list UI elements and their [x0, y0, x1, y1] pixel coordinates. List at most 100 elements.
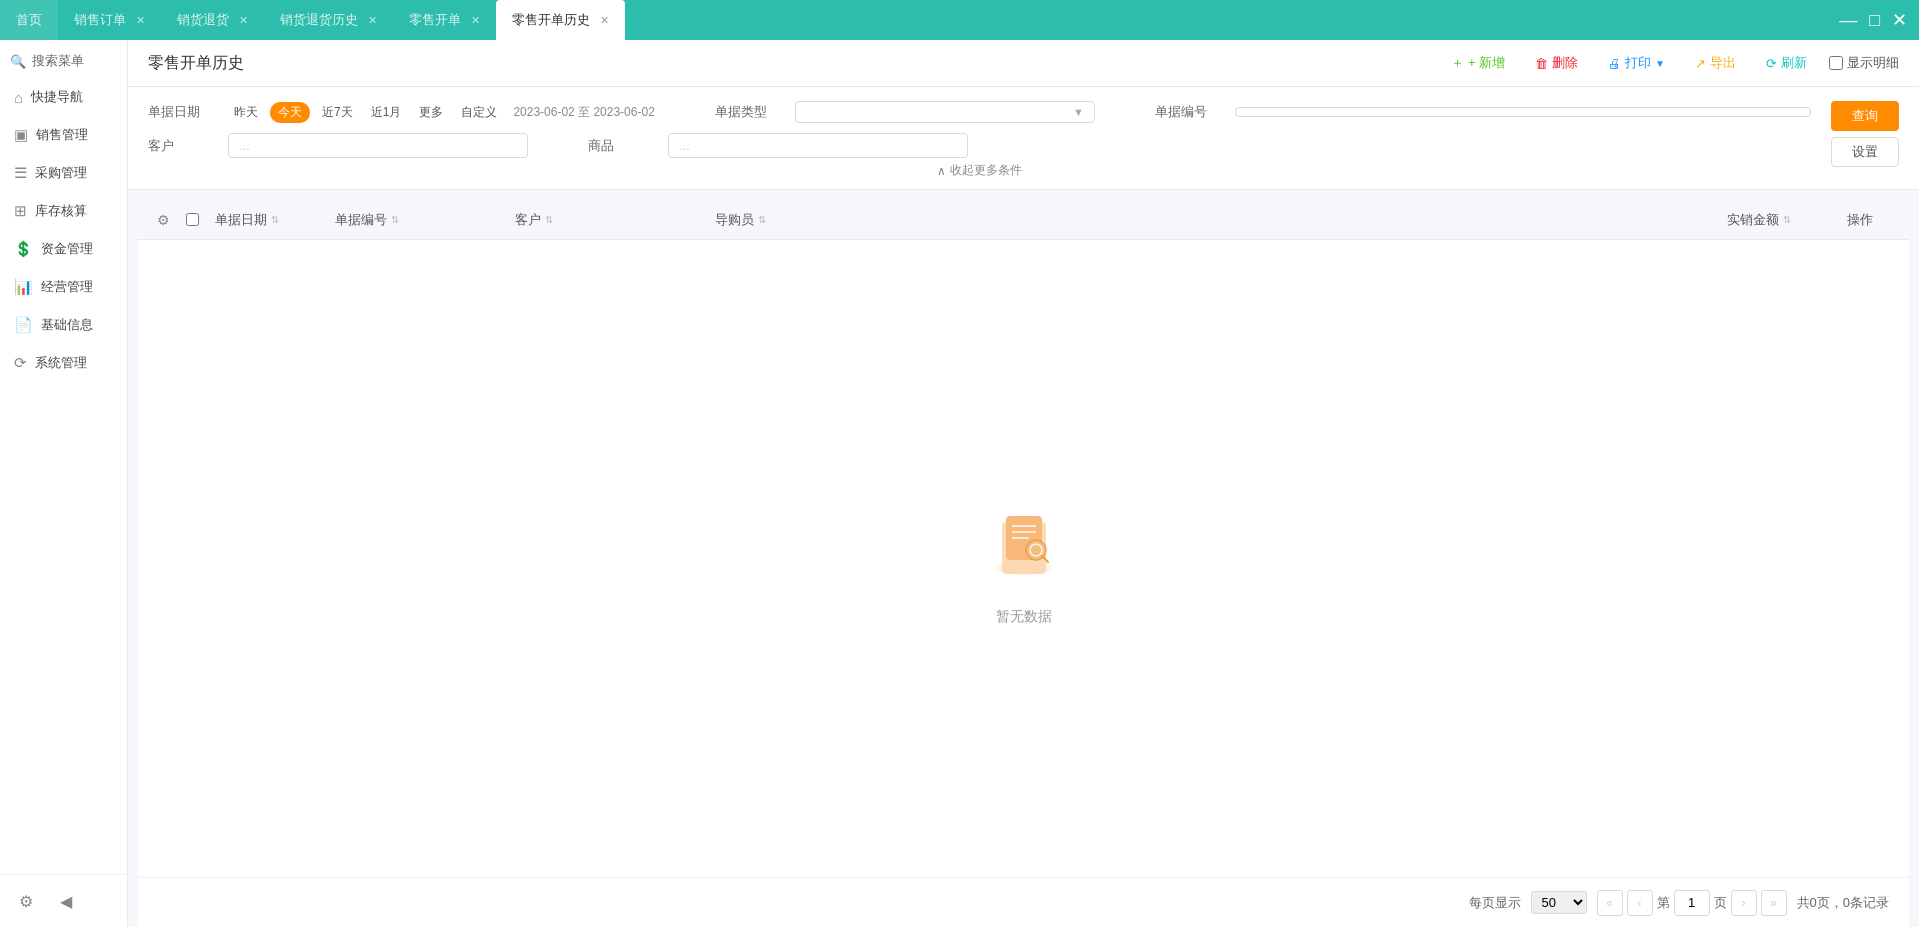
refresh-button[interactable]: ⟳ 刷新: [1758, 50, 1815, 76]
date-opt-custom[interactable]: 自定义: [455, 102, 503, 123]
export-button[interactable]: ↗ 导出: [1687, 50, 1744, 76]
sidebar-item-finance[interactable]: 💲 资金管理: [0, 230, 127, 268]
th-amount[interactable]: 实销金额 ⇅: [1719, 211, 1839, 229]
search-icon: 🔍: [10, 54, 26, 69]
sidebar-item-inventory[interactable]: ⊞ 库存核算: [0, 192, 127, 230]
tab-retail-open-history[interactable]: 零售开单历史 ✕: [496, 0, 625, 40]
page-total: 共0页，0条记录: [1797, 894, 1889, 912]
sidebar-item-system[interactable]: ⟳ 系统管理: [0, 344, 127, 382]
pagination-bar: 每页显示 50 10 20 100 « ‹ 第 页 › » 共0页，0条记录: [138, 877, 1909, 927]
sidebar-settings-btn[interactable]: ⚙: [10, 885, 42, 917]
th-action: 操作: [1839, 211, 1899, 229]
tab-sales-order[interactable]: 销售订单 ✕: [58, 0, 161, 40]
tab-retail-open[interactable]: 零售开单 ✕: [393, 0, 496, 40]
table-settings-btn[interactable]: ⚙: [148, 205, 178, 235]
query-buttons: 查询 设置: [1831, 101, 1899, 167]
delete-button[interactable]: 🗑 删除: [1527, 50, 1586, 76]
close-tab-sales-return[interactable]: ✕: [239, 14, 248, 27]
customer-input[interactable]: ...: [228, 133, 528, 158]
basic-icon: 📄: [14, 316, 33, 334]
select-all-checkbox[interactable]: [186, 213, 199, 226]
sidebar-item-sales[interactable]: ▣ 销售管理: [0, 116, 127, 154]
system-icon: ⟳: [14, 354, 27, 372]
toolbar-actions: ＋ + 新增 🗑 删除 🖨 打印 ▼ ↗ 导出 ⟳: [1443, 50, 1899, 76]
minimize-btn[interactable]: —: [1839, 10, 1857, 31]
setting-button[interactable]: 设置: [1831, 137, 1899, 167]
refresh-icon: ⟳: [1766, 56, 1777, 71]
customer-label: 客户: [148, 137, 208, 155]
tab-home[interactable]: 首页: [0, 0, 58, 40]
sort-guide-icon: ⇅: [758, 214, 766, 225]
query-button[interactable]: 查询: [1831, 101, 1899, 131]
empty-illustration: [974, 492, 1074, 592]
filter-row-2: 客户 ... 商品 ...: [148, 133, 1811, 158]
tab-sales-return-history[interactable]: 销货退货历史 ✕: [264, 0, 393, 40]
sidebar-search[interactable]: 🔍 搜索菜单: [0, 40, 127, 78]
th-num[interactable]: 单据编号 ⇅: [327, 211, 507, 229]
tab-sales-return[interactable]: 销货退货 ✕: [161, 0, 264, 40]
show-detail-checkbox[interactable]: [1829, 56, 1843, 70]
finance-icon: 💲: [14, 240, 33, 258]
maximize-btn[interactable]: □: [1869, 10, 1880, 31]
goods-label: 商品: [588, 137, 648, 155]
close-tab-sales-order[interactable]: ✕: [136, 14, 145, 27]
date-label: 单据日期: [148, 103, 208, 121]
last-page-btn[interactable]: »: [1761, 890, 1787, 916]
sidebar-bottom: ⚙ ◀: [0, 874, 127, 927]
content-area: 零售开单历史 ＋ + 新增 🗑 删除 🖨 打印 ▼ ↗ 导出: [128, 40, 1919, 927]
tab-bar: 首页 销售订单 ✕ 销货退货 ✕ 销货退货历史 ✕ 零售开单 ✕ 零售开单历史 …: [0, 0, 1919, 40]
print-icon: 🖨: [1608, 56, 1621, 71]
add-icon: ＋: [1451, 54, 1464, 72]
sidebar-item-purchase[interactable]: ☰ 采购管理: [0, 154, 127, 192]
date-opt-more[interactable]: 更多: [413, 102, 449, 123]
operation-icon: 📊: [14, 278, 33, 296]
prev-page-btn[interactable]: ‹: [1627, 890, 1653, 916]
th-customer[interactable]: 客户 ⇅: [507, 211, 707, 229]
close-tab-retail-open[interactable]: ✕: [471, 14, 480, 27]
sort-customer-icon: ⇅: [545, 214, 553, 225]
doc-type-select[interactable]: ▼: [795, 101, 1095, 123]
date-opt-yesterday[interactable]: 昨天: [228, 102, 264, 123]
sales-icon: ▣: [14, 126, 28, 144]
date-opt-1month[interactable]: 近1月: [365, 102, 408, 123]
add-button[interactable]: ＋ + 新增: [1443, 50, 1513, 76]
date-opt-7days[interactable]: 近7天: [316, 102, 359, 123]
date-range: 2023-06-02 至 2023-06-02: [513, 104, 654, 121]
table-area: ⚙ 单据日期 ⇅ 单据编号 ⇅ 客户 ⇅ 导购员 ⇅: [138, 200, 1909, 877]
doc-type-dropdown-icon: ▼: [1073, 106, 1084, 118]
sidebar: 🔍 搜索菜单 ⌂ 快捷导航 ▣ 销售管理 ☰ 采购管理 ⊞ 库存核算 💲 资金管…: [0, 40, 128, 927]
nav-icon: ⌂: [14, 89, 23, 106]
page-input[interactable]: [1674, 890, 1710, 916]
doc-type-label: 单据类型: [715, 103, 775, 121]
toolbar: 零售开单历史 ＋ + 新增 🗑 删除 🖨 打印 ▼ ↗ 导出: [128, 40, 1919, 87]
collapse-button[interactable]: ∧ 收起更多条件: [148, 158, 1811, 179]
collapse-icon: ∧: [937, 164, 946, 178]
inventory-icon: ⊞: [14, 202, 27, 220]
goods-input[interactable]: ...: [668, 133, 968, 158]
date-opt-today[interactable]: 今天: [270, 102, 310, 123]
doc-num-label: 单据编号: [1155, 103, 1215, 121]
show-detail-toggle[interactable]: 显示明细: [1829, 54, 1899, 72]
table-header: ⚙ 单据日期 ⇅ 单据编号 ⇅ 客户 ⇅ 导购员 ⇅: [138, 200, 1909, 240]
sidebar-item-nav[interactable]: ⌂ 快捷导航: [0, 78, 127, 116]
close-tab-retail-open-history[interactable]: ✕: [600, 14, 609, 27]
th-date[interactable]: 单据日期 ⇅: [207, 211, 327, 229]
per-page-select[interactable]: 50 10 20 100: [1531, 891, 1587, 914]
empty-state: 暂无数据: [138, 240, 1909, 877]
next-page-btn[interactable]: ›: [1731, 890, 1757, 916]
page-title: 零售开单历史: [148, 53, 244, 74]
th-guide[interactable]: 导购员 ⇅: [707, 211, 827, 229]
window-controls: — □ ✕: [1839, 9, 1907, 31]
sidebar-item-basic[interactable]: 📄 基础信息: [0, 306, 127, 344]
sidebar-item-operation[interactable]: 📊 经营管理: [0, 268, 127, 306]
first-page-btn[interactable]: «: [1597, 890, 1623, 916]
empty-text: 暂无数据: [996, 608, 1052, 626]
sort-amount-icon: ⇅: [1783, 214, 1791, 225]
print-button[interactable]: 🖨 打印 ▼: [1600, 50, 1673, 76]
close-tab-sales-return-history[interactable]: ✕: [368, 14, 377, 27]
sidebar-collapse-btn[interactable]: ◀: [50, 885, 82, 917]
doc-num-input[interactable]: [1235, 107, 1811, 117]
close-btn[interactable]: ✕: [1892, 9, 1907, 31]
per-page-label: 每页显示: [1469, 894, 1521, 912]
export-icon: ↗: [1695, 56, 1706, 71]
